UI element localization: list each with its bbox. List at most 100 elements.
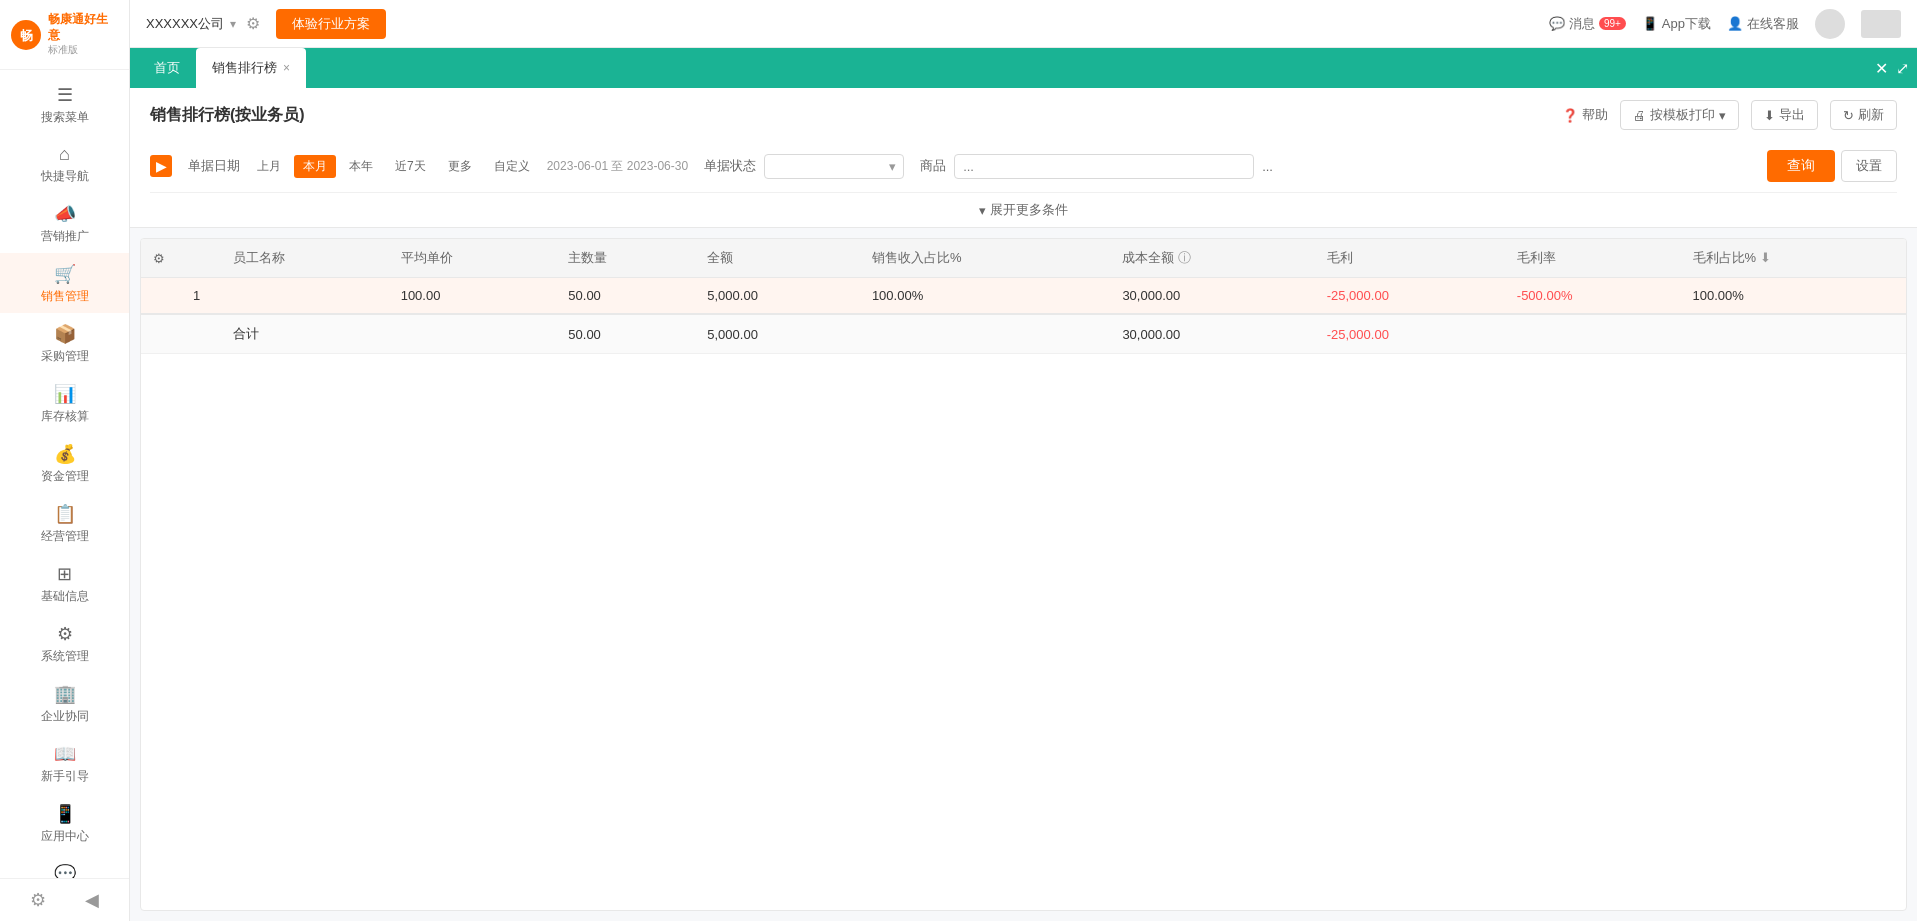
content-area: 销售排行榜(按业务员) ❓ 帮助 🖨 按模板打印 ▾ ⬇ 导出 (130, 88, 1917, 921)
goods-filter-group: 商品 ... (920, 154, 1273, 179)
tab-close-icon[interactable]: × (283, 61, 290, 75)
query-button[interactable]: 查询 (1767, 150, 1835, 182)
th-gross: 毛利 (1315, 239, 1505, 278)
sidebar-item-marketing[interactable]: 📣 营销推广 (0, 193, 129, 253)
purchase-icon: 📦 (54, 323, 76, 345)
export-icon: ⬇ (1764, 108, 1775, 123)
sidebar-item-basic[interactable]: ⊞ 基础信息 (0, 553, 129, 613)
date-tab-7days[interactable]: 近7天 (386, 155, 435, 178)
inventory-icon: 📊 (54, 383, 76, 405)
apps-icon: 📱 (54, 803, 76, 825)
date-range-display: 2023-06-01 至 2023-06-30 (547, 158, 688, 175)
status-filter-label: 单据状态 (704, 157, 756, 175)
sidebar-logo: 畅 畅康通好生意 标准版 (0, 0, 129, 70)
footer-sales-ratio (860, 314, 1111, 354)
app-download-button[interactable]: 📱 App下载 (1642, 15, 1711, 33)
date-tab-this-month[interactable]: 本月 (294, 155, 336, 178)
gross-ratio-sort-icon[interactable]: ⬇ (1760, 250, 1771, 265)
tab-home[interactable]: 首页 (138, 48, 196, 88)
table-settings-icon: ⚙ (153, 251, 165, 266)
svg-text:畅: 畅 (20, 28, 33, 43)
sidebar-item-apps[interactable]: 📱 应用中心 (0, 793, 129, 853)
footer-amount: 5,000.00 (695, 314, 860, 354)
expand-more-button[interactable]: ▾ 展开更多条件 (979, 201, 1068, 219)
tab-expand-button[interactable]: ⤢ (1896, 59, 1909, 78)
tab-bar-actions: ✕ ⤢ (1875, 59, 1909, 78)
tab-home-label: 首页 (154, 59, 180, 77)
status-select[interactable] (764, 154, 904, 179)
th-gross-rate: 毛利率 (1505, 239, 1681, 278)
print-icon: 🖨 (1633, 108, 1646, 123)
cell-rank: 1 (181, 278, 221, 315)
sales-icon: 🛒 (54, 263, 76, 285)
sidebar-item-shortcut[interactable]: ⌂ 快捷导航 (0, 134, 129, 193)
sidebar-item-finance[interactable]: 💰 资金管理 (0, 433, 129, 493)
th-avg-price: 平均单价 (389, 239, 557, 278)
user-name-area[interactable] (1861, 10, 1901, 38)
message-button[interactable]: 💬 消息 99+ (1549, 15, 1626, 33)
date-tab-more[interactable]: 更多 (439, 155, 481, 178)
footer-qty: 50.00 (556, 314, 695, 354)
sidebar-item-sales[interactable]: 🛒 销售管理 (0, 253, 129, 313)
sidebar-item-purchase[interactable]: 📦 采购管理 (0, 313, 129, 373)
sidebar-item-search[interactable]: ☰ 搜索菜单 (0, 74, 129, 134)
sidebar-settings-icon[interactable]: ⚙ (30, 889, 46, 911)
page-title: 销售排行榜(按业务员) (150, 105, 305, 126)
refresh-button[interactable]: ↻ 刷新 (1830, 100, 1897, 130)
help-label: 帮助 (1582, 106, 1608, 124)
operations-icon: 📋 (54, 503, 76, 525)
finance-icon: 💰 (54, 443, 76, 465)
table-body: 1 100.00 50.00 5,000.00 100.00% 30,000.0… (141, 278, 1906, 315)
table-footer: 合计 50.00 5,000.00 30,000.00 -25,000.00 (141, 314, 1906, 354)
sidebar-item-inventory[interactable]: 📊 库存核算 (0, 373, 129, 433)
industry-button[interactable]: 体验行业方案 (276, 9, 386, 39)
footer-gross-rate (1505, 314, 1681, 354)
app-label: App下载 (1662, 15, 1711, 33)
date-tab-prev-month[interactable]: 上月 (248, 155, 290, 178)
sidebar-item-system[interactable]: ⚙ 系统管理 (0, 613, 129, 673)
filter-expand-button[interactable]: ▶ (150, 155, 172, 177)
tab-sales-ranking[interactable]: 销售排行榜 × (196, 48, 306, 88)
date-tab-custom[interactable]: 自定义 (485, 155, 539, 178)
sidebar-item-operations[interactable]: 📋 经营管理 (0, 493, 129, 553)
sidebar-nav: ☰ 搜索菜单 ⌂ 快捷导航 📣 营销推广 🛒 销售管理 📦 采购管理 📊 库存核… (0, 70, 129, 878)
refresh-icon: ↻ (1843, 108, 1854, 123)
app-icon: 📱 (1642, 16, 1658, 31)
print-button[interactable]: 🖨 按模板打印 ▾ (1620, 100, 1739, 130)
sidebar-collapse-icon[interactable]: ◀ (85, 889, 99, 911)
th-settings[interactable]: ⚙ (141, 239, 181, 278)
cell-qty: 50.00 (556, 278, 695, 315)
user-avatar[interactable] (1815, 9, 1845, 39)
date-tab-this-year[interactable]: 本年 (340, 155, 382, 178)
marketing-icon: 📣 (54, 203, 76, 225)
corp-icon: 🏢 (54, 683, 76, 705)
export-label: 导出 (1779, 106, 1805, 124)
th-rank (181, 239, 221, 278)
cell-name (221, 278, 389, 315)
export-button[interactable]: ⬇ 导出 (1751, 100, 1818, 130)
sidebar-item-corp[interactable]: 🏢 企业协同 (0, 673, 129, 733)
wechat-icon: 💬 (54, 863, 76, 878)
header-settings-icon[interactable]: ⚙ (246, 14, 260, 33)
query-action-group: 查询 设置 (1767, 150, 1897, 182)
sidebar-item-guide[interactable]: 📖 新手引导 (0, 733, 129, 793)
company-selector[interactable]: XXXXXX公司 ▾ (146, 15, 236, 33)
cell-sales-ratio: 100.00% (860, 278, 1111, 315)
th-gross-ratio: 毛利占比% ⬇ (1681, 239, 1906, 278)
tab-bar: 首页 销售排行榜 × ✕ ⤢ (130, 48, 1917, 88)
tab-close-button[interactable]: ✕ (1875, 59, 1888, 78)
footer-settings (141, 314, 181, 354)
print-label: 按模板打印 (1650, 106, 1715, 124)
online-service-button[interactable]: 👤 在线客服 (1727, 15, 1799, 33)
guide-icon: 📖 (54, 743, 76, 765)
page-header: 销售排行榜(按业务员) ❓ 帮助 🖨 按模板打印 ▾ ⬇ 导出 (130, 88, 1917, 228)
goods-filter-input[interactable] (954, 154, 1254, 179)
help-button[interactable]: ❓ 帮助 (1562, 106, 1608, 124)
sidebar: 畅 畅康通好生意 标准版 ☰ 搜索菜单 ⌂ 快捷导航 📣 营销推广 🛒 销售管理… (0, 0, 130, 921)
goods-more-button[interactable]: ... (1262, 159, 1273, 174)
sidebar-item-wechat[interactable]: 💬 企业微信 (0, 853, 129, 878)
cost-info-icon[interactable]: ⓘ (1178, 250, 1191, 265)
settings-text-button[interactable]: 设置 (1841, 150, 1897, 182)
message-label: 消息 (1569, 15, 1595, 33)
footer-gross: -25,000.00 (1315, 314, 1505, 354)
